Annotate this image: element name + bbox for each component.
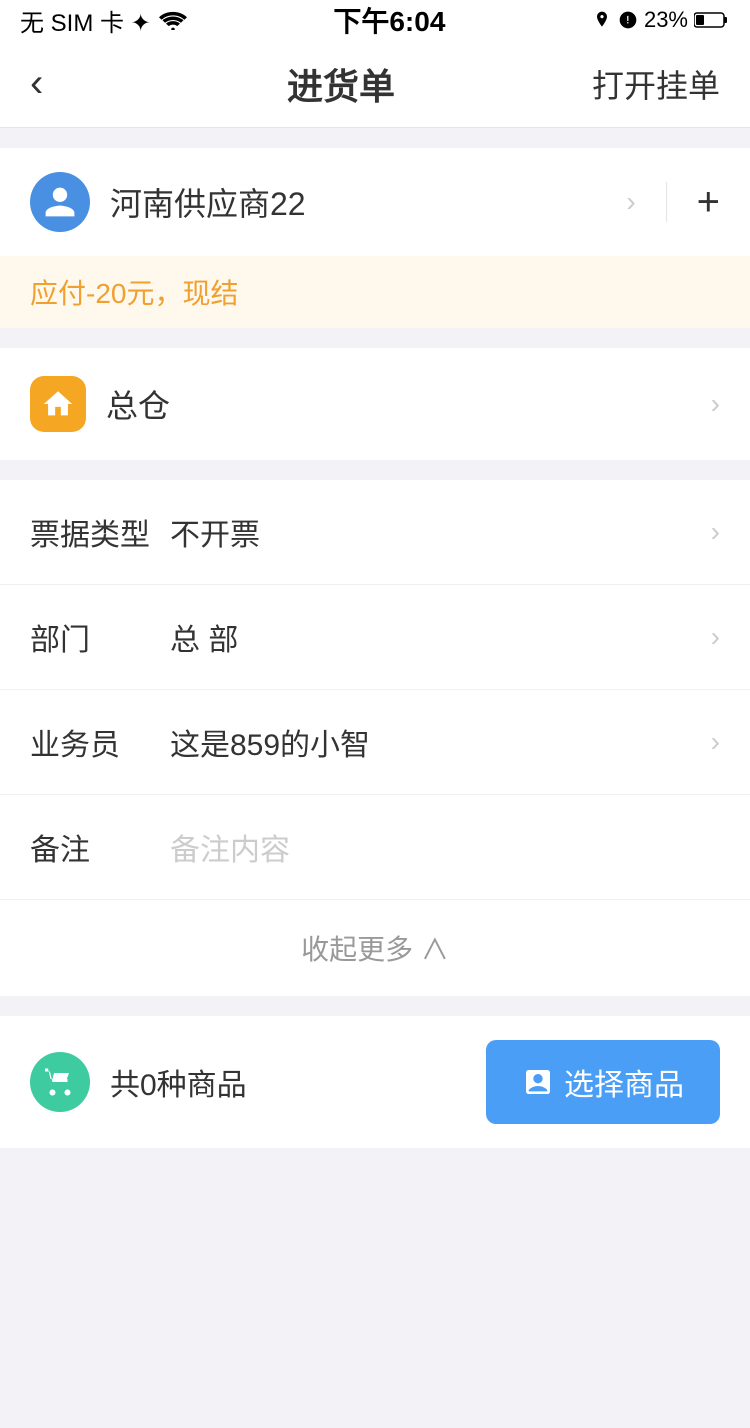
salesperson-label: 业务员 (30, 720, 170, 764)
warehouse-chevron-icon: › (711, 388, 720, 420)
department-row[interactable]: 部门 总 部 › (0, 584, 750, 689)
supplier-name: 河南供应商22 (110, 179, 626, 225)
supplier-row[interactable]: 河南供应商22 › + (0, 148, 750, 256)
cart-icon (42, 1064, 78, 1100)
top-divider (0, 128, 750, 148)
alarm-icon (618, 10, 638, 30)
battery-icon (694, 10, 730, 30)
warehouse-icon (41, 387, 75, 421)
invoice-type-value: 不开票 (170, 510, 711, 554)
supplier-avatar (30, 172, 90, 232)
battery-text: 23% (644, 7, 688, 33)
status-left: 无 SIM 卡 ✦ (20, 3, 187, 38)
salesperson-value: 这是859的小智 (170, 720, 711, 764)
open-pending-button[interactable]: 打开挂单 (592, 61, 720, 107)
warehouse-section: 总仓 › (0, 348, 750, 460)
invoice-type-label: 票据类型 (30, 510, 170, 554)
mid-divider-1 (0, 328, 750, 348)
nav-bar: ‹ 进货单 打开挂单 (0, 40, 750, 128)
avatar-icon (42, 184, 78, 220)
notice-banner: 应付-20元，现结 (0, 256, 750, 328)
salesperson-row[interactable]: 业务员 这是859的小智 › (0, 689, 750, 794)
form-section: 票据类型 不开票 › 部门 总 部 › 业务员 这是859的小智 › 备注 备注… (0, 480, 750, 996)
location-icon (592, 10, 612, 30)
supplier-chevron-icon: › (626, 186, 635, 218)
supplier-section: 河南供应商22 › + 应付-20元，现结 (0, 148, 750, 328)
bottom-section: 共0种商品 选择商品 (0, 1016, 750, 1148)
select-goods-icon (522, 1066, 554, 1098)
remark-label: 备注 (30, 825, 170, 869)
page-background (0, 1148, 750, 1428)
cart-icon-wrap (30, 1052, 90, 1112)
collapse-toggle[interactable]: 收起更多 ∧ (0, 899, 750, 996)
warehouse-name: 总仓 (106, 381, 711, 427)
invoice-type-row[interactable]: 票据类型 不开票 › (0, 480, 750, 584)
goods-count: 共0种商品 (110, 1060, 486, 1104)
invoice-type-chevron-icon: › (711, 516, 720, 548)
mid-divider-2 (0, 460, 750, 480)
salesperson-chevron-icon: › (711, 726, 720, 758)
status-bar: 无 SIM 卡 ✦ 下午6:04 23% (0, 0, 750, 40)
warehouse-icon-wrap (30, 376, 86, 432)
remark-input[interactable]: 备注内容 (170, 825, 720, 869)
warehouse-row[interactable]: 总仓 › (0, 348, 750, 460)
department-label: 部门 (30, 615, 170, 659)
page-title: 进货单 (287, 58, 395, 110)
signal-text: 无 SIM 卡 ✦ (20, 3, 151, 38)
remark-row[interactable]: 备注 备注内容 (0, 794, 750, 899)
department-chevron-icon: › (711, 621, 720, 653)
select-goods-button[interactable]: 选择商品 (486, 1040, 720, 1124)
department-value: 总 部 (170, 615, 711, 659)
select-goods-label: 选择商品 (564, 1060, 684, 1104)
status-right: 23% (592, 7, 730, 33)
back-button[interactable]: ‹ (30, 61, 90, 106)
wifi-icon (159, 10, 187, 30)
vertical-divider (666, 182, 667, 222)
supplier-actions: › + (626, 180, 720, 225)
status-time: 下午6:04 (333, 0, 445, 40)
add-supplier-button[interactable]: + (697, 180, 720, 225)
